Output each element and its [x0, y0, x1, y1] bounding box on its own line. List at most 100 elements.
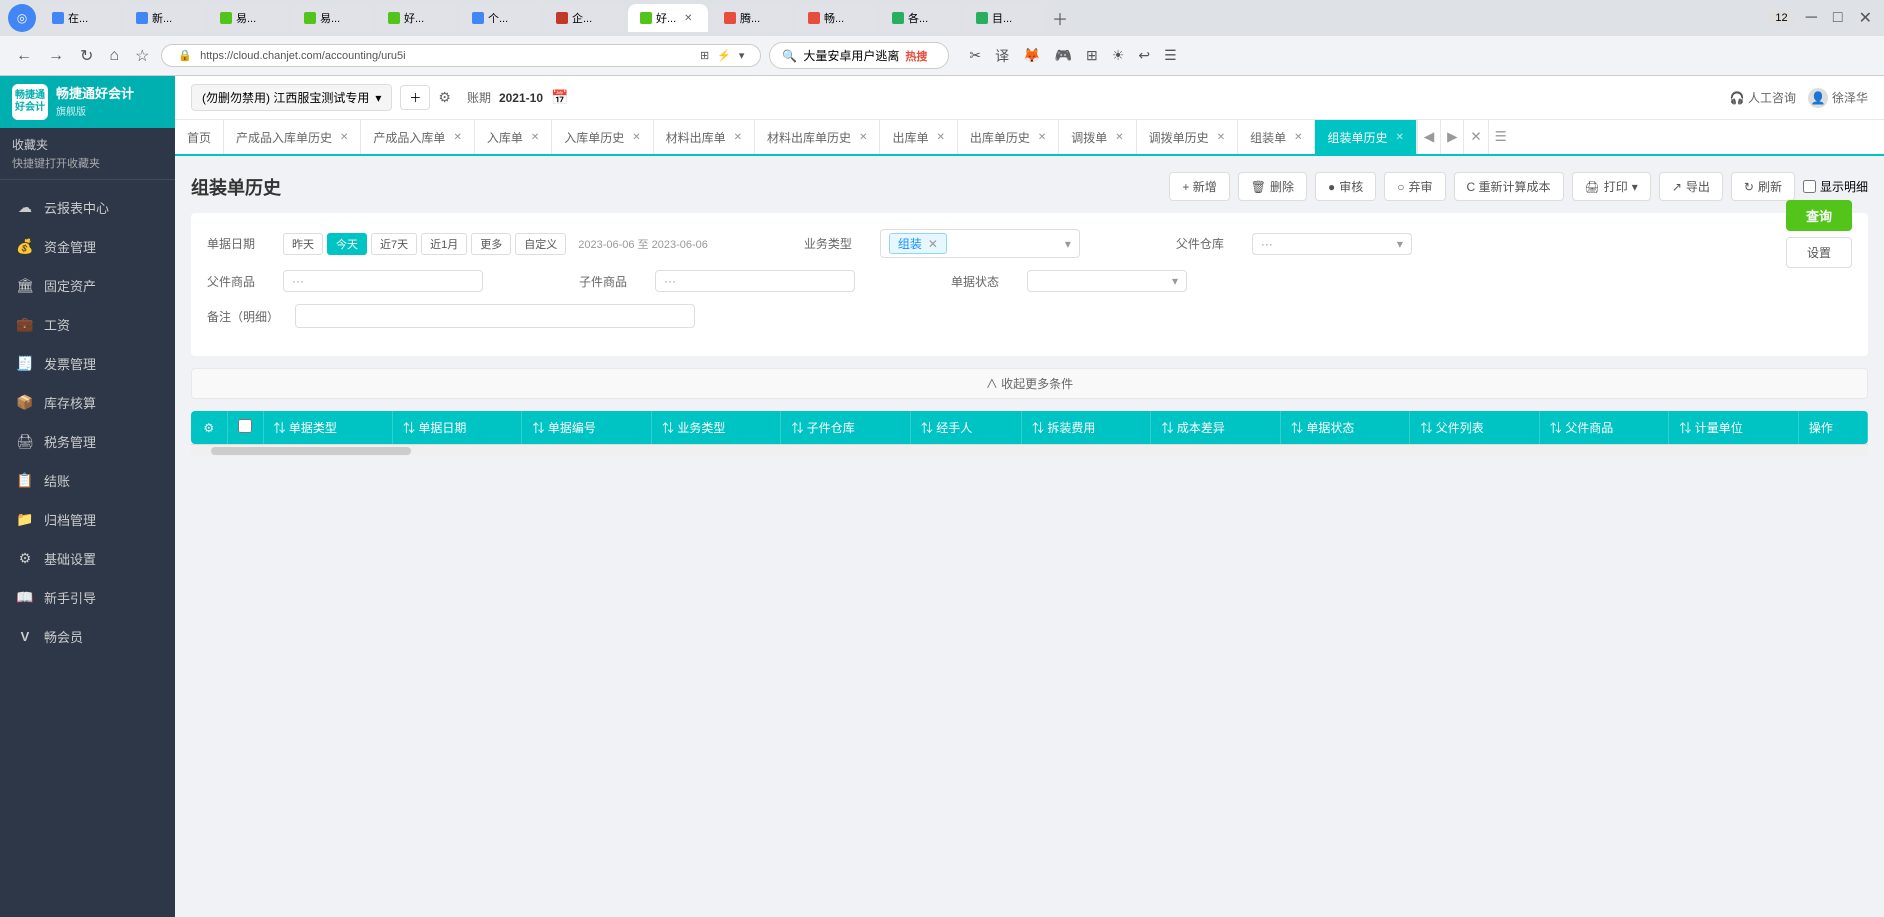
browser-tab-2[interactable]: 新... [124, 4, 204, 32]
collapse-bar[interactable]: ∧ 收起更多条件 [191, 368, 1868, 399]
gear-settings-icon[interactable]: ⚙ [438, 89, 451, 106]
tab-transfer-history[interactable]: 调拨单历史 ✕ [1137, 120, 1238, 155]
maximize-button[interactable]: □ [1829, 5, 1847, 31]
menu-icon[interactable]: ☰ [1160, 42, 1181, 70]
select-all-checkbox[interactable] [238, 419, 252, 433]
tab-prev-button[interactable]: ◀ [1417, 120, 1440, 155]
tab-close-8[interactable]: ✕ [684, 13, 692, 24]
address-bar[interactable]: 🔒 https://cloud.chanjet.com/accounting/u… [161, 44, 761, 67]
table-col-number[interactable]: ⇅ 单据编号 [522, 411, 651, 444]
table-col-settings[interactable]: ⚙ [191, 411, 227, 444]
tab-outbound[interactable]: 出库单 ✕ [880, 120, 957, 155]
tab-close-material-outbound[interactable]: ✕ [734, 132, 742, 143]
query-button[interactable]: 查询 [1786, 200, 1852, 231]
browser-tab-3[interactable]: 易... [208, 4, 288, 32]
browser-tab-1[interactable]: 在... [40, 4, 120, 32]
minimize-button[interactable]: ─ [1802, 5, 1821, 31]
tab-close-outbound[interactable]: ✕ [936, 132, 944, 143]
tab-close-finished-goods[interactable]: ✕ [453, 132, 461, 143]
browser-tab-4[interactable]: 易... [292, 4, 372, 32]
show-detail-checkbox-label[interactable]: 显示明细 [1803, 178, 1868, 195]
recalculate-button[interactable]: C 重新计算成本 [1454, 172, 1564, 201]
close-window-button[interactable]: ✕ [1855, 4, 1876, 32]
tab-close-inbound-history[interactable]: ✕ [632, 132, 640, 143]
browser-tab-8[interactable]: 好... ✕ [628, 4, 708, 32]
reload-button[interactable]: ↻ [76, 42, 97, 70]
horizontal-scrollbar[interactable] [191, 444, 1868, 456]
consult-label[interactable]: 🎧 人工咨询 [1730, 89, 1796, 106]
tab-transfer[interactable]: 调拨单 ✕ [1059, 120, 1136, 155]
forward-button[interactable]: → [44, 43, 68, 69]
table-col-checkbox[interactable] [227, 411, 263, 444]
show-detail-checkbox[interactable] [1803, 180, 1816, 193]
browser-tab-12[interactable]: 目... [964, 4, 1044, 32]
table-col-parent-list[interactable]: ⇅ 父件列表 [1410, 411, 1539, 444]
browser-tab-6[interactable]: 个... [460, 4, 540, 32]
table-col-cost-diff[interactable]: ⇅ 成本差异 [1151, 411, 1280, 444]
sidebar-item-fixed-assets[interactable]: 🏛 固定资产 [0, 266, 175, 305]
order-status-filter[interactable]: ▾ [1027, 270, 1187, 292]
business-type-filter[interactable]: 组装 ✕ ▾ [880, 229, 1080, 258]
tab-material-outbound-history[interactable]: 材料出库单历史 ✕ [755, 120, 880, 155]
tab-close-transfer-history[interactable]: ✕ [1217, 132, 1225, 143]
sidebar-item-cloud-report[interactable]: ☁ 云报表中心 [0, 188, 175, 227]
business-type-tag-close[interactable]: ✕ [928, 237, 938, 251]
sidebar-item-salary[interactable]: 💼 工资 [0, 305, 175, 344]
table-col-date[interactable]: ⇅ 单据日期 [392, 411, 521, 444]
brightness-icon[interactable]: ☀ [1108, 42, 1129, 70]
translate-icon[interactable]: 译 [991, 42, 1013, 70]
tab-finished-goods-history[interactable]: 产成品入库单历史 ✕ [224, 120, 361, 155]
tab-close-all-button[interactable]: ✕ [1463, 120, 1487, 155]
table-col-disassembly-cost[interactable]: ⇅ 拆装费用 [1021, 411, 1150, 444]
star-button[interactable]: ☆ [131, 42, 153, 70]
tab-close-assembly-history[interactable]: ✕ [1396, 132, 1404, 143]
tab-inbound-history[interactable]: 入库单历史 ✕ [552, 120, 653, 155]
print-button[interactable]: 🖨 打印 ▾ [1572, 172, 1651, 201]
browser-tab-7[interactable]: 企... [544, 4, 624, 32]
home-button[interactable]: ⌂ [105, 43, 123, 69]
extension-icon[interactable]: 🦊 [1019, 42, 1044, 70]
tab-assembly-history[interactable]: 组装单历史 ✕ [1315, 120, 1416, 155]
delete-button[interactable]: 🗑 删除 [1238, 172, 1307, 201]
game-icon[interactable]: 🎮 [1051, 42, 1076, 70]
sidebar-item-closing[interactable]: 📋 结账 [0, 461, 175, 500]
undo-icon[interactable]: ↩ [1134, 42, 1154, 70]
tab-finished-goods[interactable]: 产成品入库单 ✕ [361, 120, 474, 155]
tab-close-finished-goods-history[interactable]: ✕ [340, 132, 348, 143]
table-col-parent-goods[interactable]: ⇅ 父件商品 [1539, 411, 1668, 444]
add-company-button[interactable]: ＋ [400, 85, 430, 110]
browser-tab-5[interactable]: 好... [376, 4, 456, 32]
table-settings-icon[interactable]: ⚙ [203, 421, 214, 435]
abandon-button[interactable]: ○ 弃审 [1384, 172, 1445, 201]
tab-close-outbound-history[interactable]: ✕ [1038, 132, 1046, 143]
sidebar-item-archive[interactable]: 📁 归档管理 [0, 500, 175, 539]
table-col-status[interactable]: ⇅ 单据状态 [1280, 411, 1409, 444]
tab-close-transfer[interactable]: ✕ [1115, 132, 1123, 143]
tab-more-button[interactable]: ☰ [1488, 120, 1513, 155]
parent-warehouse-filter[interactable]: ··· ▾ [1252, 233, 1412, 255]
date-btn-custom[interactable]: 自定义 [515, 233, 566, 255]
calendar-icon[interactable]: 📅 [551, 89, 568, 106]
browser-tab-11[interactable]: 各... [880, 4, 960, 32]
sidebar-item-inventory[interactable]: 📦 库存核算 [0, 383, 175, 422]
sidebar-favorites[interactable]: 收藏夹 快捷键打开收藏夹 [0, 128, 175, 180]
browser-tab-10[interactable]: 畅... [796, 4, 876, 32]
child-goods-more-btn[interactable]: ··· [664, 274, 676, 288]
tab-close-assembly[interactable]: ✕ [1294, 132, 1302, 143]
date-btn-7days[interactable]: 近7天 [371, 233, 417, 255]
sidebar-item-invoice[interactable]: 🧾 发票管理 [0, 344, 175, 383]
tab-close-material-outbound-history[interactable]: ✕ [859, 132, 867, 143]
date-btn-1month[interactable]: 近1月 [421, 233, 467, 255]
sidebar-item-funds[interactable]: 💰 资金管理 [0, 227, 175, 266]
refresh-button[interactable]: ↻ 刷新 [1731, 172, 1795, 201]
scrollbar-thumb[interactable] [211, 447, 411, 455]
sidebar-item-settings[interactable]: ⚙ 基础设置 [0, 539, 175, 578]
parent-goods-more-btn[interactable]: ··· [292, 274, 304, 288]
tab-close-inbound[interactable]: ✕ [531, 132, 539, 143]
back-button[interactable]: ← [12, 43, 36, 69]
export-button[interactable]: ↗ 导出 [1659, 172, 1723, 201]
sidebar-item-guide[interactable]: 📖 新手引导 [0, 578, 175, 617]
tab-inbound[interactable]: 入库单 ✕ [475, 120, 552, 155]
browser-tab-9[interactable]: 腾... [712, 4, 792, 32]
table-col-business[interactable]: ⇅ 业务类型 [651, 411, 780, 444]
